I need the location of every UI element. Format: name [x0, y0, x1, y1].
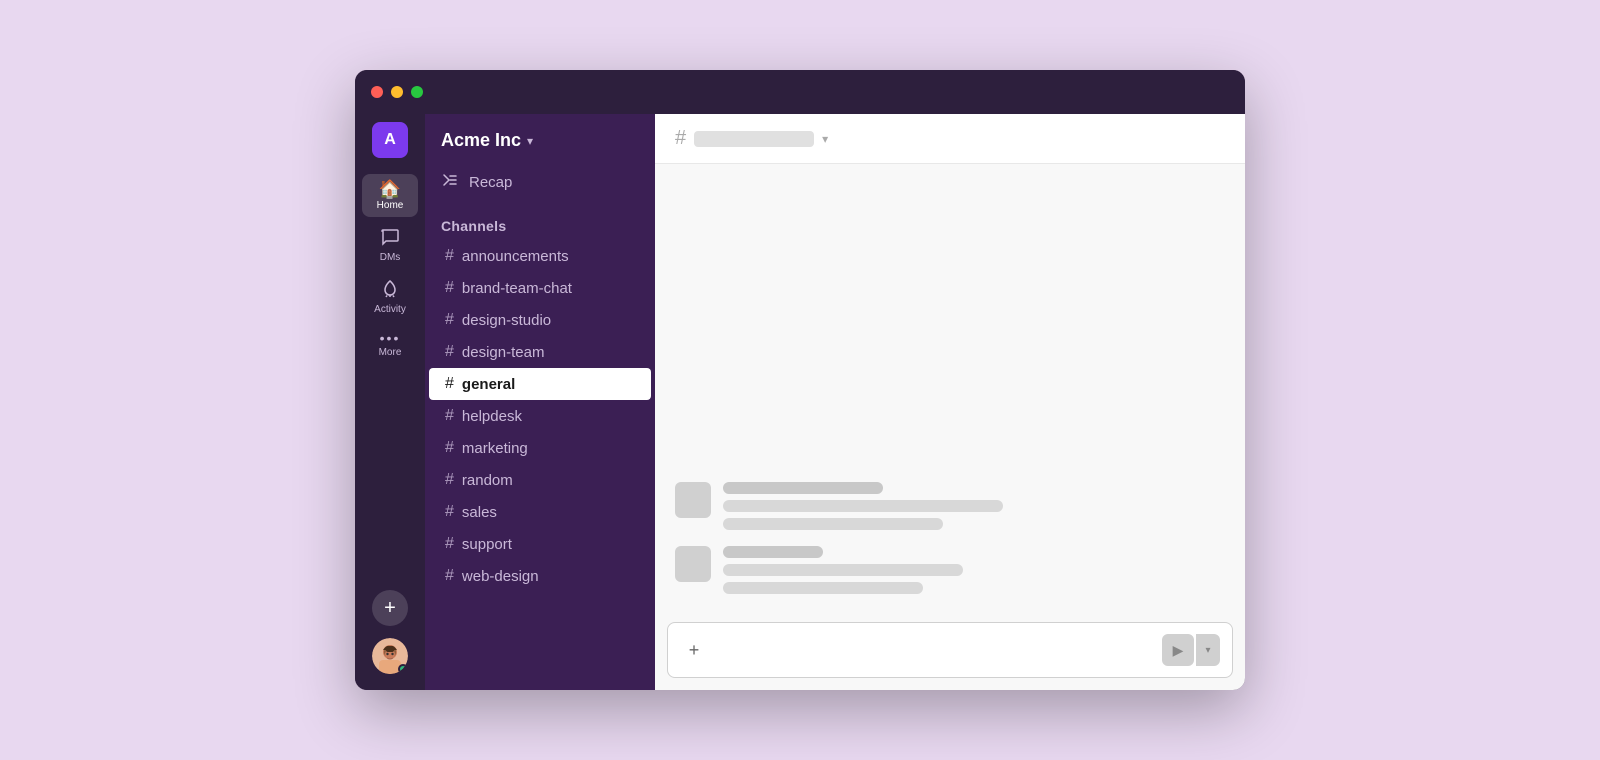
workspace-chevron-icon: ▾ [527, 134, 533, 148]
channel-name: sales [462, 504, 497, 521]
hash-icon: # [445, 375, 454, 393]
channel-item-announcements[interactable]: # announcements [429, 240, 651, 272]
main-content: # ▾ [655, 114, 1245, 690]
channels-header: Channels [425, 202, 655, 240]
input-plus-button[interactable]: + [680, 636, 708, 664]
hash-icon: # [445, 247, 454, 265]
channel-item-design-studio[interactable]: # design-studio [429, 304, 651, 336]
nav-label-home: Home [377, 200, 404, 211]
channel-name: design-studio [462, 312, 551, 329]
workspace-name: Acme Inc [441, 130, 521, 151]
message-line-2 [723, 582, 923, 594]
dms-icon [380, 227, 400, 250]
message-line-1 [723, 500, 1003, 512]
message-input-area[interactable]: + ▶ ▾ [667, 622, 1233, 678]
hash-icon: # [445, 503, 454, 521]
channel-item-support[interactable]: # support [429, 528, 651, 560]
hash-icon: # [445, 279, 454, 297]
message-avatar [675, 546, 711, 582]
app-window: A 🏠 Home DMs [355, 70, 1245, 690]
title-bar [355, 70, 1245, 114]
messages-area [655, 164, 1245, 614]
nav-item-dms[interactable]: DMs [362, 221, 418, 269]
nav-label-dms: DMs [380, 252, 401, 263]
send-dropdown-button[interactable]: ▾ [1196, 634, 1220, 666]
hash-icon: # [445, 343, 454, 361]
channel-name: brand-team-chat [462, 280, 572, 297]
channel-item-marketing[interactable]: # marketing [429, 432, 651, 464]
channel-header: # ▾ [655, 114, 1245, 164]
recap-item[interactable]: Recap [425, 163, 655, 202]
channel-name: random [462, 472, 513, 489]
add-workspace-button[interactable]: + [372, 590, 408, 626]
nav-item-more[interactable]: ••• More [362, 325, 418, 364]
channel-name: design-team [462, 344, 545, 361]
channel-name: support [462, 536, 512, 553]
channel-item-brand-team-chat[interactable]: # brand-team-chat [429, 272, 651, 304]
channel-item-design-team[interactable]: # design-team [429, 336, 651, 368]
sidebar: Acme Inc ▾ Recap Channels # announcemen [425, 114, 655, 690]
message-avatar [675, 482, 711, 518]
channel-item-random[interactable]: # random [429, 464, 651, 496]
workspace-avatar[interactable]: A [372, 122, 408, 158]
nav-item-activity[interactable]: Activity [362, 273, 418, 321]
user-avatar[interactable] [372, 638, 408, 674]
workspace-header[interactable]: Acme Inc ▾ [425, 114, 655, 163]
channel-name: marketing [462, 440, 528, 457]
hash-icon: # [445, 439, 454, 457]
channel-name: general [462, 376, 515, 393]
message-line-name [723, 482, 883, 494]
channel-item-web-design[interactable]: # web-design [429, 560, 651, 592]
main-layout: A 🏠 Home DMs [355, 114, 1245, 690]
channel-name: web-design [462, 568, 539, 585]
recap-label: Recap [469, 174, 512, 191]
channel-name: announcements [462, 248, 569, 265]
hash-icon: # [445, 311, 454, 329]
channel-item-general[interactable]: # general [429, 368, 651, 400]
home-icon: 🏠 [379, 180, 401, 198]
hash-icon: # [445, 471, 454, 489]
hash-icon: # [445, 535, 454, 553]
recap-icon [441, 171, 459, 194]
minimize-button[interactable] [391, 86, 403, 98]
message-item [675, 482, 1225, 530]
message-item [675, 546, 1225, 594]
channel-name: helpdesk [462, 408, 522, 425]
channel-item-sales[interactable]: # sales [429, 496, 651, 528]
channel-item-helpdesk[interactable]: # helpdesk [429, 400, 651, 432]
nav-item-home[interactable]: 🏠 Home [362, 174, 418, 217]
channel-header-chevron-icon: ▾ [822, 132, 828, 146]
message-content [723, 482, 1003, 530]
hash-icon: # [445, 567, 454, 585]
nav-label-more: More [379, 347, 402, 358]
far-left-nav: A 🏠 Home DMs [355, 114, 425, 690]
message-content [723, 546, 963, 594]
nav-label-activity: Activity [374, 304, 406, 315]
message-line-name [723, 546, 823, 558]
online-status-dot [398, 664, 408, 674]
activity-icon [380, 279, 400, 302]
close-button[interactable] [371, 86, 383, 98]
message-line-2 [723, 518, 943, 530]
more-icon: ••• [380, 331, 401, 345]
message-line-1 [723, 564, 963, 576]
maximize-button[interactable] [411, 86, 423, 98]
send-button[interactable]: ▶ [1162, 634, 1194, 666]
channel-header-name-placeholder [694, 131, 814, 147]
channel-header-hash-icon: # [675, 127, 686, 150]
hash-icon: # [445, 407, 454, 425]
